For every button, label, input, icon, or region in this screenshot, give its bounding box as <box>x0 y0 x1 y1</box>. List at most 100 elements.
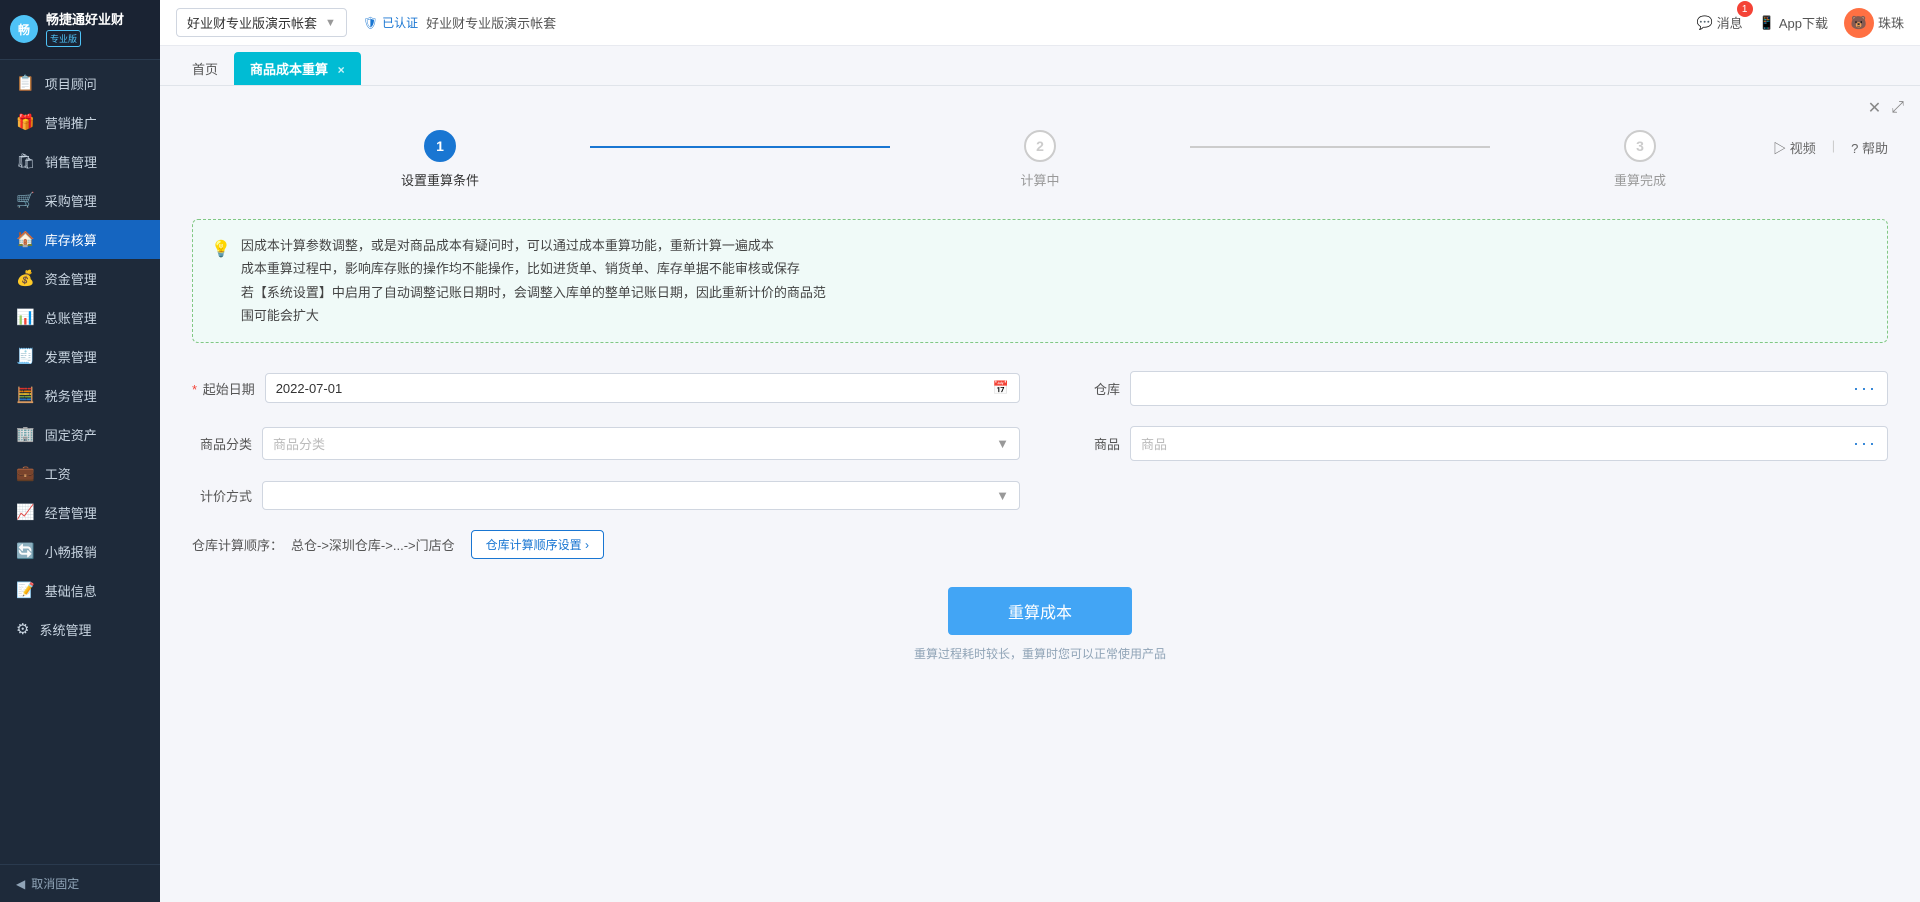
product-input[interactable]: 商品 ··· <box>1130 426 1888 461</box>
sidebar-nav: 📋 项目顾问 🎁 营销推广 🛍 销售管理 🛒 采购管理 🏠 库存核算 💰 资金管… <box>0 60 160 864</box>
maximize-window-button[interactable]: ⤢ <box>1891 99 1904 117</box>
warehouse-order-settings-button[interactable]: 仓库计算顺序设置 › <box>471 530 604 559</box>
sidebar-item-accounting[interactable]: 📊 总账管理 <box>0 298 160 337</box>
topbar: 好业财专业版演示帐套 ▼ 🛡 已认证 好业财专业版演示帐套 💬 消息 1 📱 A… <box>160 0 1920 46</box>
tab-cost-recalc[interactable]: 商品成本重算 × <box>234 52 361 85</box>
app-badge: 专业版 <box>46 30 81 47</box>
sidebar-item-label: 基础信息 <box>45 581 97 600</box>
account-name-display: 好业财专业版演示帐套 <box>426 13 556 32</box>
sidebar-item-project[interactable]: 📋 项目顾问 <box>0 64 160 103</box>
message-button[interactable]: 💬 消息 1 <box>1696 13 1742 32</box>
required-star: * <box>192 382 197 397</box>
sidebar-item-sales[interactable]: 🛍 销售管理 <box>0 142 160 181</box>
app-logo: 畅 <box>10 15 38 43</box>
recalc-section: 重算成本 重算过程耗时较长，重算时您可以正常使用产品 <box>192 587 1888 662</box>
sidebar-item-label: 发票管理 <box>45 347 97 366</box>
sidebar-item-label: 经营管理 <box>45 503 97 522</box>
sidebar-item-payroll[interactable]: 💼 工资 <box>0 454 160 493</box>
category-chevron-icon: ▼ <box>996 436 1009 451</box>
tab-home[interactable]: 首页 <box>176 52 234 85</box>
message-icon: 💬 <box>1696 15 1712 31</box>
sidebar-item-label: 税务管理 <box>45 386 97 405</box>
recalc-btn-label: 重算成本 <box>1008 605 1072 622</box>
project-icon: 📋 <box>16 74 35 92</box>
assets-icon: 🏢 <box>16 425 35 443</box>
step-1: 1 设置重算条件 <box>290 130 590 189</box>
sidebar-item-system[interactable]: ⚙ 系统管理 <box>0 610 160 649</box>
tax-icon: 🧮 <box>16 386 35 404</box>
avatar-emoji: 🐻 <box>1851 15 1867 31</box>
category-field: 商品分类 商品分类 ▼ <box>192 427 1020 460</box>
step-3: 3 重算完成 <box>1490 130 1790 189</box>
account-selector[interactable]: 好业财专业版演示帐套 ▼ <box>176 8 347 37</box>
notification-badge: 1 <box>1737 1 1753 17</box>
topbar-right: 💬 消息 1 📱 App下载 🐻 珠珠 <box>1696 8 1904 38</box>
accounting-icon: 📊 <box>16 308 35 326</box>
shield-icon: 🛡 <box>363 16 378 30</box>
pricing-label: 计价方式 <box>192 486 252 505</box>
info-icon: 💡 <box>211 236 231 265</box>
sidebar-item-operations[interactable]: 📈 经营管理 <box>0 493 160 532</box>
sidebar-item-finance[interactable]: 💰 资金管理 <box>0 259 160 298</box>
start-date-input[interactable]: 2022-07-01 📅 <box>265 373 1020 403</box>
message-label: 消息 <box>1717 13 1743 32</box>
sidebar-item-assets[interactable]: 🏢 固定资产 <box>0 415 160 454</box>
video-link[interactable]: ▷ 视频 <box>1773 138 1816 157</box>
step-1-label: 设置重算条件 <box>401 170 479 189</box>
warehouse-input[interactable]: ··· <box>1130 371 1888 406</box>
invoice-icon: 🧾 <box>16 347 35 365</box>
sidebar-item-inventory[interactable]: 🏠 库存核算 <box>0 220 160 259</box>
sidebar-item-expense[interactable]: 🔄 小畅报销 <box>0 532 160 571</box>
system-icon: ⚙ <box>16 620 29 638</box>
info-line-3: 若【系统设置】中启用了自动调整记账日期时，会调整入库单的整单记账日期，因此重新计… <box>241 281 826 304</box>
sidebar-item-label: 营销推广 <box>45 113 97 132</box>
sidebar-unpin[interactable]: ◀ 取消固定 <box>0 864 160 902</box>
start-date-value: 2022-07-01 <box>276 381 343 396</box>
help-link[interactable]: ? 帮助 <box>1851 138 1888 157</box>
unpin-icon: ◀ <box>16 877 25 891</box>
sidebar-item-label: 项目顾问 <box>45 74 97 93</box>
tab-cost-recalc-label: 商品成本重算 <box>250 62 328 77</box>
step-3-circle: 3 <box>1624 130 1656 162</box>
step-line-2 <box>1190 146 1490 148</box>
expense-icon: 🔄 <box>16 542 35 560</box>
app-download-label: App下载 <box>1779 13 1828 32</box>
sidebar-item-label: 采购管理 <box>45 191 97 210</box>
category-placeholder: 商品分类 <box>273 434 325 453</box>
step-1-circle: 1 <box>424 130 456 162</box>
step-2-num: 2 <box>1036 138 1044 154</box>
sidebar-item-purchase[interactable]: 🛒 采购管理 <box>0 181 160 220</box>
recalc-button[interactable]: 重算成本 <box>948 587 1132 635</box>
calendar-icon[interactable]: 📅 <box>993 380 1009 396</box>
steps-help: ▷ 视频 | ? 帮助 <box>1773 138 1888 157</box>
tab-home-label: 首页 <box>192 62 218 77</box>
tab-close-icon[interactable]: × <box>338 63 345 77</box>
sidebar-item-marketing[interactable]: 🎁 营销推广 <box>0 103 160 142</box>
info-line-4: 围可能会扩大 <box>241 304 826 327</box>
product-dots-icon[interactable]: ··· <box>1853 433 1877 454</box>
tabbar: 首页 商品成本重算 × <box>160 46 1920 86</box>
sidebar-item-label: 系统管理 <box>39 620 91 639</box>
close-window-button[interactable]: ✕ <box>1868 98 1881 118</box>
marketing-icon: 🎁 <box>16 113 35 131</box>
sidebar-item-tax[interactable]: 🧮 税务管理 <box>0 376 160 415</box>
steps-container: 1 设置重算条件 2 计算中 3 重算完成 ▷ 视频 | ? <box>192 130 1888 189</box>
sidebar-item-label: 库存核算 <box>45 230 97 249</box>
recalc-note: 重算过程耗时较长，重算时您可以正常使用产品 <box>914 645 1166 662</box>
sidebar-item-invoice[interactable]: 🧾 发票管理 <box>0 337 160 376</box>
warehouse-dots-icon[interactable]: ··· <box>1853 378 1877 399</box>
step-3-num: 3 <box>1636 138 1644 154</box>
category-select[interactable]: 商品分类 ▼ <box>262 427 1020 460</box>
sidebar-item-label: 总账管理 <box>45 308 97 327</box>
sidebar: 畅 畅捷通好业财 专业版 📋 项目顾问 🎁 营销推广 🛍 销售管理 🛒 采购管理… <box>0 0 160 902</box>
user-menu[interactable]: 🐻 珠珠 <box>1844 8 1904 38</box>
pricing-select[interactable]: ▼ <box>262 481 1020 510</box>
form-row-3: 计价方式 ▼ <box>192 481 1888 510</box>
verified-badge: 🛡 已认证 <box>363 14 418 31</box>
warehouse-order-value: 总仓->深圳仓库->...->门店仓 <box>291 535 455 554</box>
app-download-button[interactable]: 📱 App下载 <box>1759 13 1828 32</box>
start-date-field: * 起始日期 2022-07-01 📅 <box>192 373 1020 403</box>
form-row-1: * 起始日期 2022-07-01 📅 仓库 ··· <box>192 371 1888 406</box>
sidebar-item-basic[interactable]: 📝 基础信息 <box>0 571 160 610</box>
window-controls: ✕ ⤢ <box>1868 98 1904 118</box>
